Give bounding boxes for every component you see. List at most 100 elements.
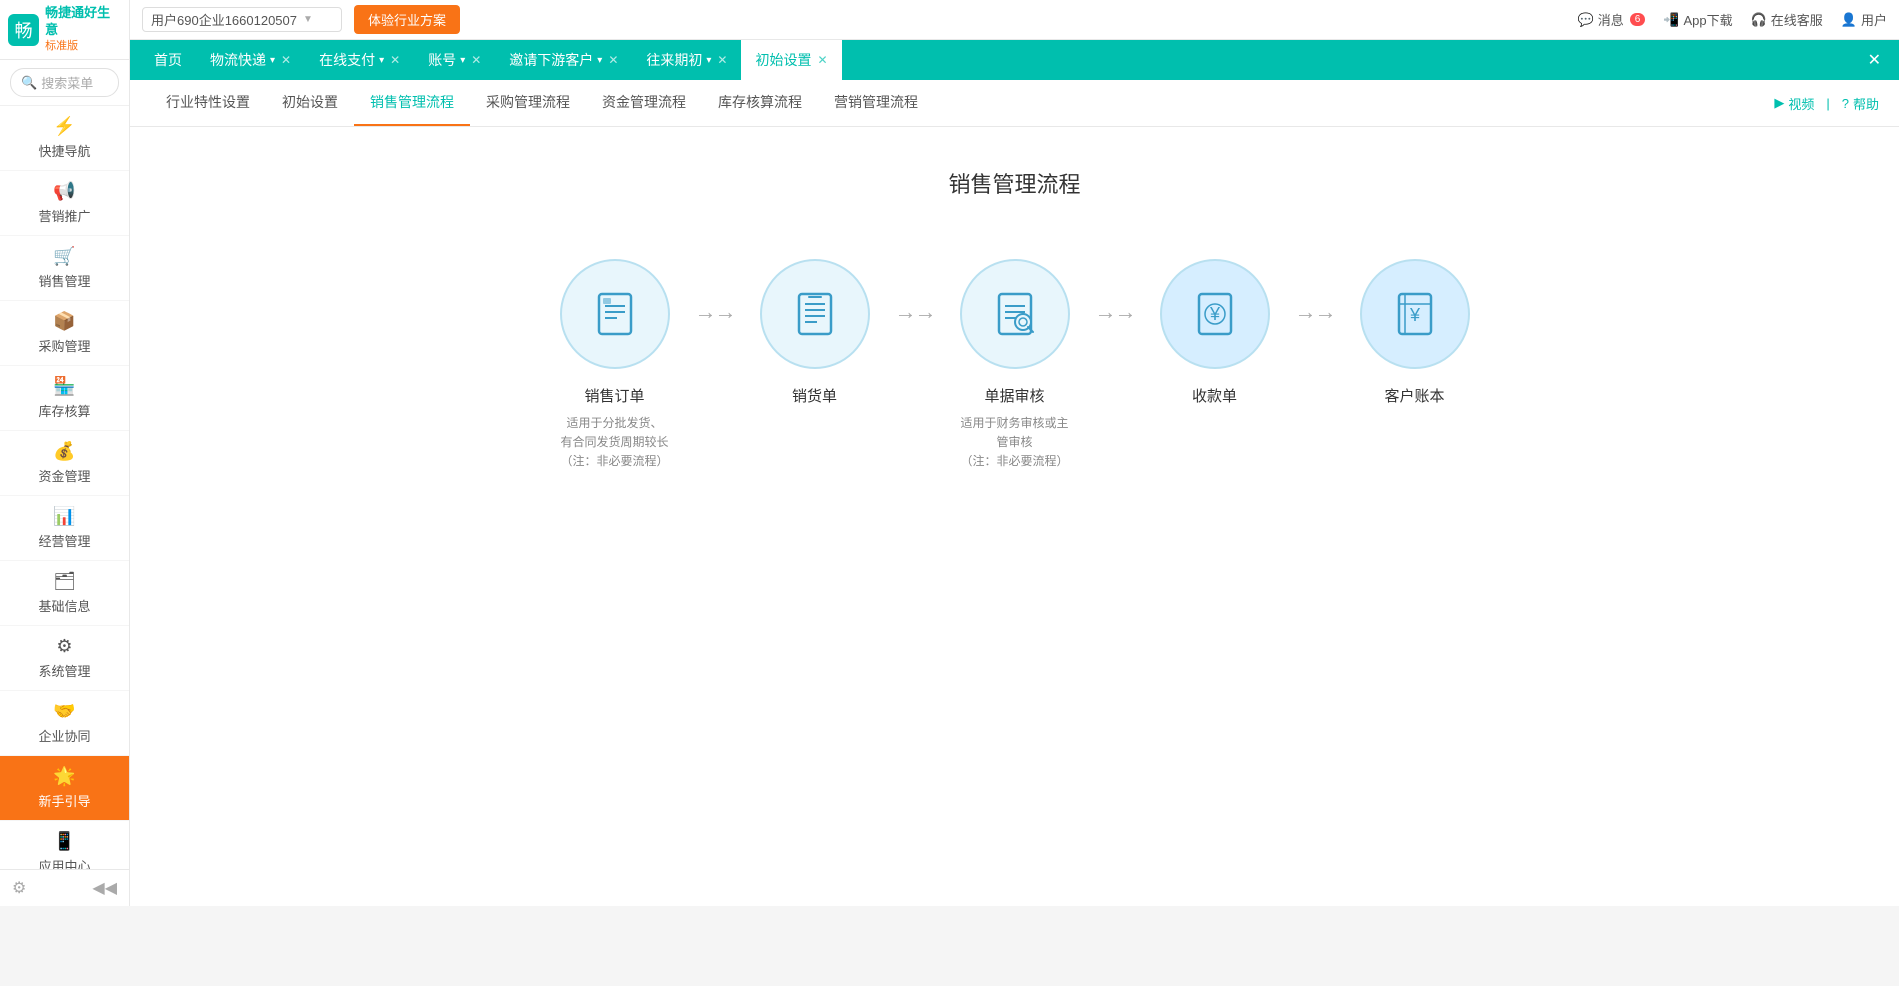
online-service-label: 在线客服 (1771, 10, 1823, 29)
sales-invoice-circle[interactable] (760, 259, 870, 369)
help-icon: ? (1842, 96, 1849, 111)
download-icon: 📲 (1663, 12, 1679, 28)
close-all-tabs-button[interactable]: ✕ (1860, 50, 1889, 70)
flow-step-account-book: ¥ 客户账本 (1335, 259, 1495, 414)
chevron-down-icon: ▼ (303, 14, 313, 25)
sub-tab-label: 初始设置 (282, 94, 338, 110)
flow-step-sales-invoice: 销货单 (735, 259, 895, 414)
sidebar-item-marketing[interactable]: 📢 营销推广 (0, 171, 129, 236)
marketing-icon: 📢 (53, 181, 75, 202)
basic-icon: 🗂 (53, 571, 76, 592)
sub-tab-sales-flow[interactable]: 销售管理流程 (354, 80, 470, 126)
sub-tab-inventory-flow[interactable]: 库存核算流程 (702, 80, 818, 126)
sidebar-label: 经营管理 (38, 531, 90, 550)
sidebar-item-system[interactable]: ⚙ 系统管理 (0, 626, 129, 691)
search-label: 搜索菜单 (41, 73, 93, 92)
sidebar-item-sales[interactable]: 🛒 销售管理 (0, 236, 129, 301)
video-help-button[interactable]: ▶ 视频 (1774, 94, 1814, 113)
tab-setup[interactable]: 初始设置 ✕ (741, 40, 841, 80)
sidebar-item-app-center[interactable]: 📱 应用中心 (0, 821, 129, 869)
divider: | (1826, 96, 1829, 111)
tab-account[interactable]: 账号 ▾ ✕ (414, 40, 495, 80)
close-icon[interactable]: ✕ (817, 53, 827, 67)
sidebar-logo: 畅 畅捷通好生意 标准版 (0, 0, 129, 60)
sub-tab-industry[interactable]: 行业特性设置 (150, 80, 266, 126)
chevron-down-icon: ▾ (460, 55, 465, 66)
sub-tab-purchase-flow[interactable]: 采购管理流程 (470, 80, 586, 126)
flow-step-receipt: ¥ 收款单 (1135, 259, 1295, 414)
chevron-down-icon: ▾ (597, 55, 602, 66)
user-selector[interactable]: 用户690企业1660120507 ▼ (142, 7, 342, 32)
enterprise-icon: 🤝 (53, 701, 75, 722)
tab-logistics[interactable]: 物流快递 ▾ ✕ (196, 40, 305, 80)
step-desc: 适用于分批发货、有合同发货周期较长（注：非必要流程） (560, 414, 668, 472)
tab-payment[interactable]: 在线支付 ▾ ✕ (305, 40, 414, 80)
sub-tab-finance-flow[interactable]: 资金管理流程 (586, 80, 702, 126)
sidebar-item-operations[interactable]: 📊 经营管理 (0, 496, 129, 561)
logo-icon: 畅 (8, 14, 39, 46)
close-icon[interactable]: ✕ (390, 53, 400, 67)
sidebar-item-finance[interactable]: 💰 资金管理 (0, 431, 129, 496)
trial-button[interactable]: 体验行业方案 (354, 5, 460, 34)
newbie-icon: 🌟 (53, 766, 75, 787)
step-label: 收款单 (1192, 385, 1237, 406)
tab-home[interactable]: 首页 (140, 40, 196, 80)
sidebar-label: 资金管理 (38, 466, 90, 485)
sidebar-label: 企业协同 (38, 726, 90, 745)
sidebar-item-inventory[interactable]: 🏪 库存核算 (0, 366, 129, 431)
step-label: 销售订单 (584, 385, 644, 406)
sidebar-label: 营销推广 (38, 206, 90, 225)
tab-period-label: 往来期初 (646, 50, 702, 70)
app-center-icon: 📱 (53, 831, 75, 852)
step-label: 客户账本 (1384, 385, 1444, 406)
flow-arrow-4: →→ (1295, 259, 1335, 325)
message-badge: 6 (1630, 13, 1646, 26)
tab-invite[interactable]: 邀请下游客户 ▾ ✕ (495, 40, 632, 80)
service-icon: 🎧 (1751, 12, 1767, 28)
chevron-down-icon: ▾ (379, 55, 384, 66)
sidebar-item-basic[interactable]: 🗂 基础信息 (0, 561, 129, 626)
tab-setup-label: 初始设置 (755, 50, 811, 70)
help-button[interactable]: ? 帮助 (1842, 94, 1879, 113)
close-icon[interactable]: ✕ (608, 53, 618, 67)
sub-tab-initial[interactable]: 初始设置 (266, 80, 354, 126)
user-text: 用户690企业1660120507 (151, 10, 297, 29)
message-button[interactable]: 💬 消息 6 (1578, 10, 1646, 29)
top-bar: 用户690企业1660120507 ▼ 体验行业方案 💬 消息 6 📲 App下… (130, 0, 1899, 40)
flow-arrow-2: →→ (895, 259, 935, 325)
close-icon[interactable]: ✕ (471, 53, 481, 67)
sidebar-item-enterprise[interactable]: 🤝 企业协同 (0, 691, 129, 756)
sidebar-item-newbie[interactable]: 🌟 新手引导 (0, 756, 129, 821)
audit-circle[interactable] (960, 259, 1070, 369)
flow-area: 销售管理流程 销售订单 适用于分批发货、有合同发货周期较长（注：非必要流程） (130, 127, 1899, 512)
system-icon: ⚙ (56, 636, 72, 657)
sidebar-label: 系统管理 (38, 661, 90, 680)
avatar-icon: 👤 (1841, 12, 1857, 28)
sidebar-bottom: ⚙ ◀◀ (0, 869, 129, 906)
sales-order-circle[interactable] (560, 259, 670, 369)
sub-tab-label: 库存核算流程 (718, 94, 802, 110)
online-service-button[interactable]: 🎧 在线客服 (1751, 10, 1823, 29)
sidebar-item-quick-nav[interactable]: ⚡ 快捷导航 (0, 106, 129, 171)
sidebar-label: 应用中心 (38, 856, 90, 869)
flow-title: 销售管理流程 (190, 167, 1839, 199)
step-label: 销货单 (792, 385, 837, 406)
flow-step-audit: 单据审核 适用于财务审核或主管审核（注：非必要流程） (935, 259, 1095, 472)
sidebar-search[interactable]: 🔍 搜索菜单 (0, 60, 129, 106)
receipt-circle[interactable]: ¥ (1160, 259, 1270, 369)
close-icon[interactable]: ✕ (281, 53, 291, 67)
close-icon[interactable]: ✕ (717, 53, 727, 67)
account-book-circle[interactable]: ¥ (1360, 259, 1470, 369)
tab-invite-label: 邀请下游客户 (509, 50, 593, 70)
step-desc: 适用于财务审核或主管审核（注：非必要流程） (960, 414, 1068, 472)
app-download-button[interactable]: 📲 App下载 (1663, 10, 1732, 29)
flow-diagram: 销售订单 适用于分批发货、有合同发货周期较长（注：非必要流程） →→ (190, 259, 1839, 472)
sub-tab-marketing-flow[interactable]: 营销管理流程 (818, 80, 934, 126)
sidebar-item-purchase[interactable]: 📦 采购管理 (0, 301, 129, 366)
user-avatar-button[interactable]: 👤 用户 (1841, 10, 1887, 29)
settings-icon[interactable]: ⚙ (12, 878, 26, 898)
sub-tab-right-actions: ▶ 视频 | ? 帮助 (1774, 94, 1879, 113)
video-icon: ▶ (1774, 95, 1784, 111)
tab-period[interactable]: 往来期初 ▾ ✕ (632, 40, 741, 80)
collapse-icon[interactable]: ◀◀ (92, 878, 117, 898)
